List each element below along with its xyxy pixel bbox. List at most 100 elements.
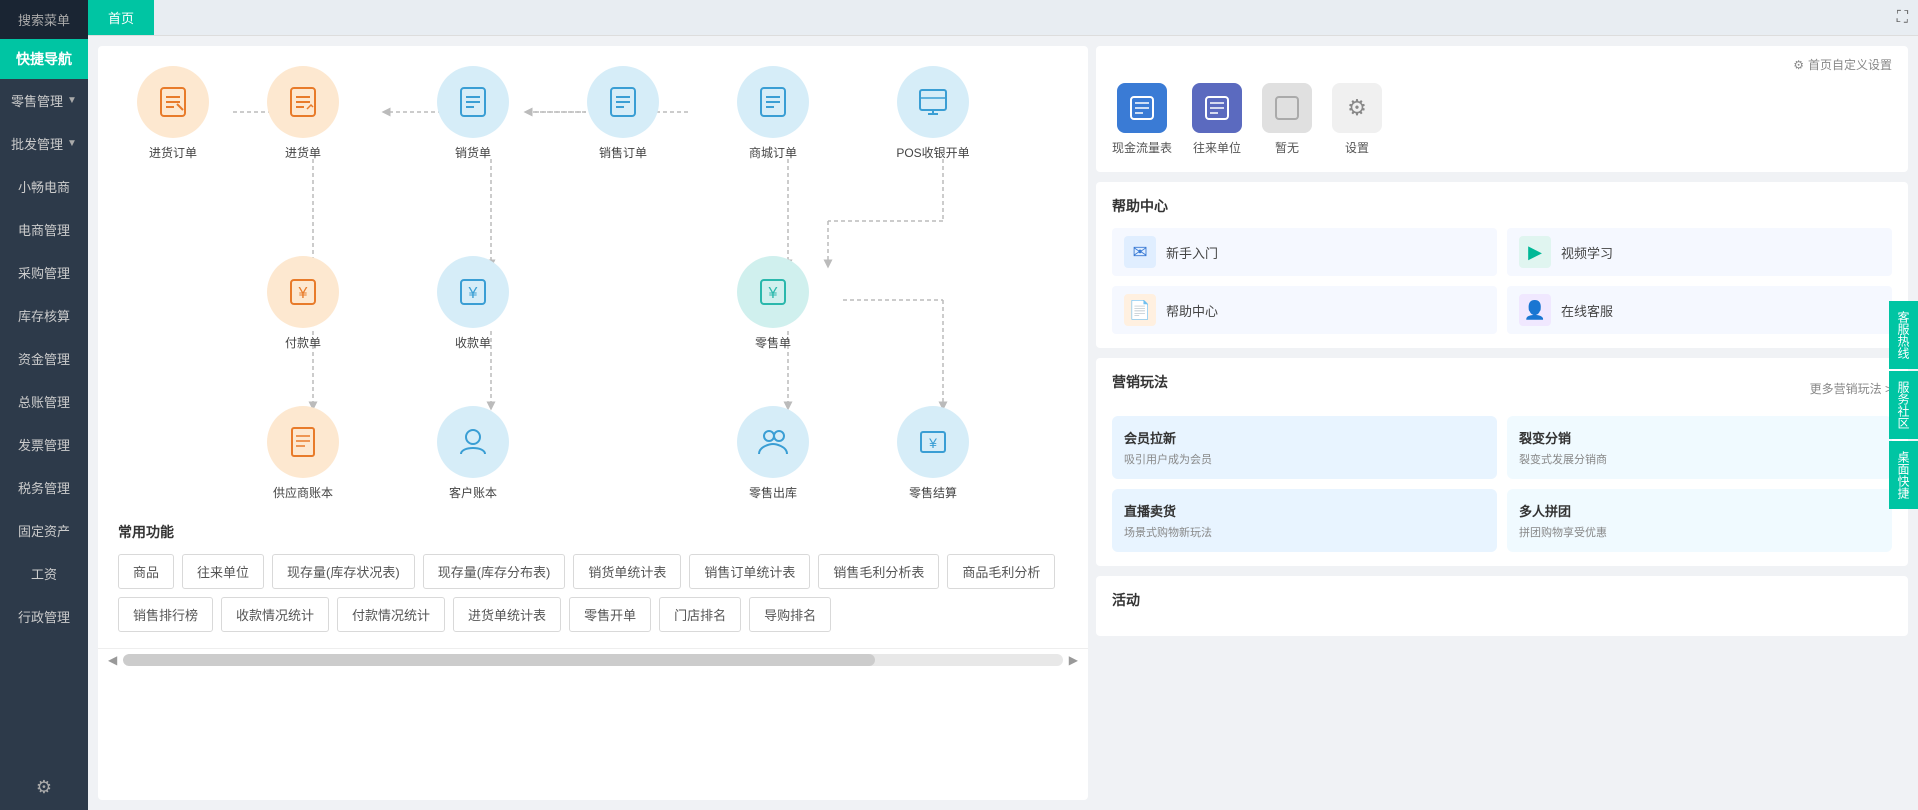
node-retail-settle[interactable]: ¥ 零售结算 [888, 406, 978, 501]
pos-label: POS收银开单 [896, 144, 969, 161]
node-purchase-order[interactable]: 进货订单 [128, 66, 218, 161]
customize-btn[interactable]: ⚙ 首页自定义设置 [1793, 56, 1892, 73]
marketing-fission[interactable]: 裂变分销 裂变式发展分销商 [1507, 416, 1892, 479]
retail-order-label: 零售单 [755, 334, 791, 351]
svg-text:¥: ¥ [298, 285, 308, 302]
sidebar-item-admin[interactable]: 行政管理 [0, 595, 88, 638]
sidebar-item-ecom-mgmt[interactable]: 电商管理 [0, 208, 88, 251]
node-retail-out[interactable]: 零售出库 [728, 406, 818, 501]
help-grid: ✉ 新手入门 ▶ 视频学习 📄 帮助中心 👤 在线客服 [1112, 228, 1892, 334]
retail-order-icon: ¥ [737, 256, 809, 328]
activity-title: 活动 [1112, 590, 1892, 610]
float-btn-service[interactable]: 客服热线 [1889, 301, 1918, 369]
scroll-thumb[interactable] [123, 654, 875, 666]
group-sub: 拼团购物享受优惠 [1519, 524, 1880, 540]
flowchart: 进货订单 进货单 [98, 46, 1088, 506]
node-payment[interactable]: ¥ 付款单 [258, 256, 348, 351]
node-supplier-book[interactable]: 供应商账本 [258, 406, 348, 501]
maximize-button[interactable]: ⛶ [1887, 9, 1918, 27]
quick-access: ⚙ 首页自定义设置 现金 [1096, 46, 1908, 172]
tab-home[interactable]: 首页 [88, 0, 154, 35]
quick-icon-contacts[interactable]: 往来单位 [1192, 83, 1242, 156]
help-icon-doc: 📄 [1124, 294, 1156, 326]
more-marketing-link[interactable]: 更多营销玩法 > [1810, 380, 1892, 397]
payment-icon: ¥ [267, 256, 339, 328]
sidebar-item-finance[interactable]: 资金管理 [0, 337, 88, 380]
retail-settle-label: 零售结算 [909, 484, 957, 501]
node-sales[interactable]: 销货单 [428, 66, 518, 161]
func-btn-purchase-stat[interactable]: 进货单统计表 [453, 597, 561, 632]
sidebar-item-retail[interactable]: 零售管理 ▼ [0, 79, 88, 122]
sidebar-item-purchase[interactable]: 采购管理 [0, 251, 88, 294]
scroll-right-btn[interactable]: ▶ [1069, 653, 1078, 667]
marketing-group[interactable]: 多人拼团 拼团购物享受优惠 [1507, 489, 1892, 552]
purchase-icon [267, 66, 339, 138]
receipt-icon: ¥ [437, 256, 509, 328]
purchase-order-label: 进货订单 [149, 144, 197, 161]
sidebar-item-invoice[interactable]: 发票管理 [0, 423, 88, 466]
node-mall-order[interactable]: 商城订单 [728, 66, 818, 161]
quick-icon-empty[interactable]: 暂无 [1262, 83, 1312, 156]
tab-bar: 首页 ⛶ [88, 0, 1918, 36]
help-item-video[interactable]: ▶ 视频学习 [1507, 228, 1892, 276]
chevron-down-icon: ▼ [67, 95, 77, 106]
sidebar: 搜索菜单 快捷导航 零售管理 ▼ 批发管理 ▼ 小畅电商 电商管理 采购管理 库… [0, 0, 88, 810]
func-btn-sales-stat[interactable]: 销货单统计表 [573, 554, 681, 589]
sidebar-item-ledger[interactable]: 总账管理 [0, 380, 88, 423]
func-btn-payment-stat[interactable]: 付款情况统计 [337, 597, 445, 632]
settings-label: 设置 [1345, 139, 1369, 156]
func-btn-guide-rank[interactable]: 导购排名 [749, 597, 831, 632]
quick-icon-cashflow[interactable]: 现金流量表 [1112, 83, 1172, 156]
func-btn-contacts[interactable]: 往来单位 [182, 554, 264, 589]
func-btn-sales-order-stat[interactable]: 销售订单统计表 [689, 554, 810, 589]
customer-book-icon [437, 406, 509, 478]
func-btn-goods[interactable]: 商品 [118, 554, 174, 589]
func-btn-store-rank[interactable]: 门店排名 [659, 597, 741, 632]
scroll-row: ◀ ▶ [98, 648, 1088, 671]
node-pos[interactable]: POS收银开单 [888, 66, 978, 161]
sidebar-search[interactable]: 搜索菜单 [0, 0, 88, 39]
func-btn-goods-margin[interactable]: 商品毛利分析 [947, 554, 1055, 589]
float-btn-community[interactable]: 服务社区 [1889, 371, 1918, 439]
help-center: 帮助中心 ✉ 新手入门 ▶ 视频学习 📄 帮助中心 👤 [1096, 182, 1908, 348]
sidebar-item-payroll[interactable]: 工资 [0, 552, 88, 595]
quick-access-header: ⚙ 首页自定义设置 [1112, 56, 1892, 73]
help-item-service[interactable]: 👤 在线客服 [1507, 286, 1892, 334]
node-retail-order[interactable]: ¥ 零售单 [728, 256, 818, 351]
scroll-left-btn[interactable]: ◀ [108, 653, 117, 667]
common-functions: 常用功能 商品 往来单位 现存量(库存状况表) 现存量(库存分布表) 销货单统计… [98, 506, 1088, 648]
float-buttons: 客服热线 服务社区 桌面快捷 [1889, 301, 1918, 509]
help-item-beginner[interactable]: ✉ 新手入门 [1112, 228, 1497, 276]
func-btn-stock-status[interactable]: 现存量(库存状况表) [272, 554, 415, 589]
marketing-live[interactable]: 直播卖货 场景式购物新玩法 [1112, 489, 1497, 552]
sidebar-item-inventory[interactable]: 库存核算 [0, 294, 88, 337]
sidebar-item-assets[interactable]: 固定资产 [0, 509, 88, 552]
func-btn-sales-margin[interactable]: 销售毛利分析表 [818, 554, 939, 589]
marketing-header: 营销玩法 更多营销玩法 > [1112, 372, 1892, 404]
float-btn-desktop[interactable]: 桌面快捷 [1889, 441, 1918, 509]
member-sub: 吸引用户成为会员 [1124, 451, 1485, 467]
help-title: 帮助中心 [1112, 196, 1892, 216]
empty-icon [1262, 83, 1312, 133]
help-item-help[interactable]: 📄 帮助中心 [1112, 286, 1497, 334]
sidebar-item-ecom-small[interactable]: 小畅电商 [0, 165, 88, 208]
func-btn-receipt-stat[interactable]: 收款情况统计 [221, 597, 329, 632]
chevron-down-icon: ▼ [67, 138, 77, 149]
sidebar-item-wholesale[interactable]: 批发管理 ▼ [0, 122, 88, 165]
customer-book-label: 客户账本 [449, 484, 497, 501]
func-btn-stock-dist[interactable]: 现存量(库存分布表) [423, 554, 566, 589]
node-customer-book[interactable]: 客户账本 [428, 406, 518, 501]
func-btn-sales-rank[interactable]: 销售排行榜 [118, 597, 213, 632]
help-label: 帮助中心 [1166, 301, 1218, 320]
settings-button[interactable]: ⚙ [0, 765, 88, 810]
node-receipt[interactable]: ¥ 收款单 [428, 256, 518, 351]
marketing-member[interactable]: 会员拉新 吸引用户成为会员 [1112, 416, 1497, 479]
sidebar-item-tax[interactable]: 税务管理 [0, 466, 88, 509]
quick-icon-settings[interactable]: ⚙ 设置 [1332, 83, 1382, 156]
purchase-label: 进货单 [285, 144, 321, 161]
node-sales-order[interactable]: 销售订单 [578, 66, 668, 161]
left-panel: 进货订单 进货单 [98, 46, 1088, 800]
node-purchase[interactable]: 进货单 [258, 66, 348, 161]
func-btn-retail-order[interactable]: 零售开单 [569, 597, 651, 632]
quick-icons: 现金流量表 往来单位 [1112, 83, 1892, 156]
